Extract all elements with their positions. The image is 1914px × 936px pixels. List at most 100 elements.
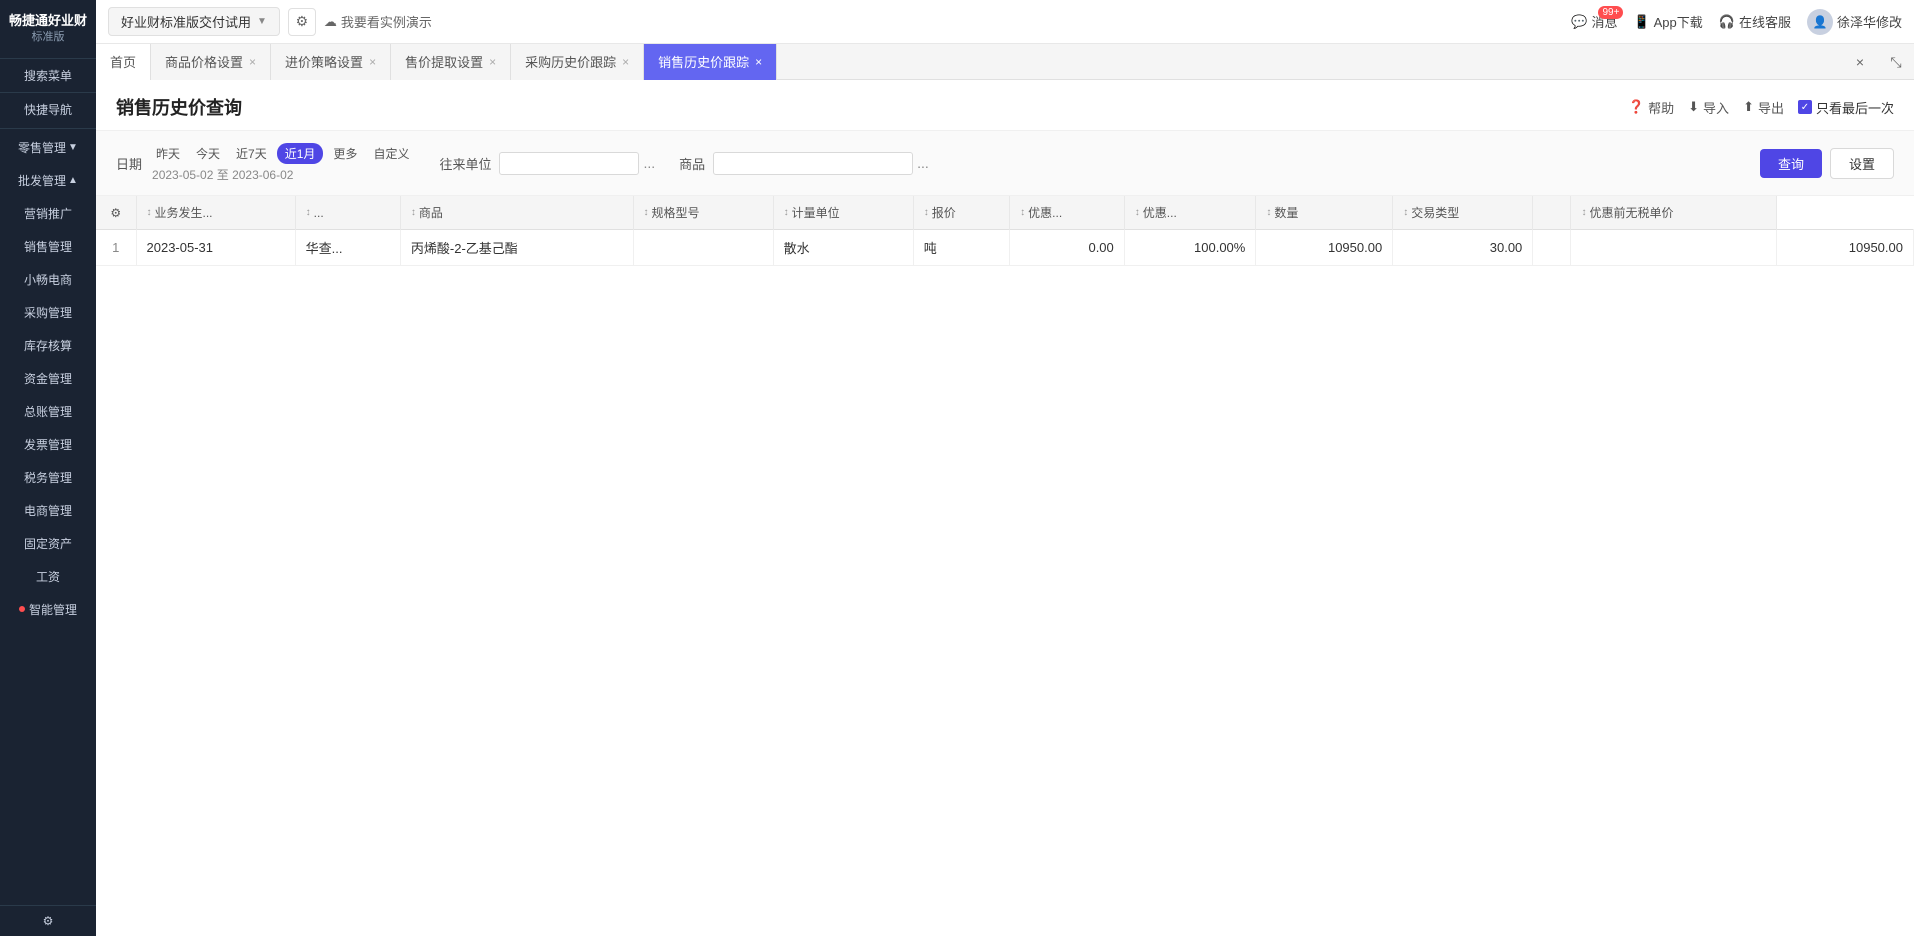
from-unit-filter-group: 往来单位 ... <box>439 152 655 175</box>
cell-goods: 丙烯酸-2-乙基己酯 <box>400 230 633 266</box>
date-btn-1month[interactable]: 近1月 <box>277 143 324 164</box>
cell-index: 1 <box>96 230 136 266</box>
import-icon: ⬇ <box>1688 99 1699 115</box>
sidebar-item-ai[interactable]: 智能管理 <box>0 593 96 626</box>
help-btn[interactable]: ❓ 帮助 <box>1628 98 1674 117</box>
topbar-title-text: 好业财标准版交付试用 <box>121 12 251 31</box>
tab-purchase-history[interactable]: 采购历史价跟踪 × <box>511 44 644 80</box>
last-only-checkbox[interactable]: ✓ <box>1798 100 1812 114</box>
col-unit[interactable]: ↕ 计量单位 <box>773 196 913 230</box>
tab-home[interactable]: 首页 <box>96 44 151 80</box>
online-service-btn[interactable]: 🎧 在线客服 <box>1719 12 1791 31</box>
col-pretax-price[interactable]: ↕ 优惠前无税单价 <box>1571 196 1777 230</box>
sidebar-item-tax[interactable]: 税务管理 <box>0 461 96 494</box>
sidebar-item-salary[interactable]: 工资 <box>0 560 96 593</box>
goods-input[interactable] <box>713 152 913 175</box>
tab-purchase-strategy[interactable]: 进价策略设置 × <box>271 44 391 80</box>
sidebar-item-inventory[interactable]: 库存核算 <box>0 329 96 362</box>
date-btn-yesterday[interactable]: 昨天 <box>150 143 186 164</box>
from-unit-input-wrap: ... <box>499 152 655 175</box>
sidebar-item-sales[interactable]: 销售管理 <box>0 230 96 263</box>
wholesale-arrow: ▲ <box>68 175 78 186</box>
cell-col3: 华查... <box>295 230 400 266</box>
tab-price-settings[interactable]: 商品价格设置 × <box>151 44 271 80</box>
app-download-btn[interactable]: 📱 App下载 <box>1633 12 1702 31</box>
sidebar-item-retail[interactable]: 零售管理 ▼ <box>0 131 96 164</box>
goods-dots[interactable]: ... <box>917 155 929 171</box>
topbar-settings-btn[interactable]: ⚙ <box>288 8 316 36</box>
sidebar-item-marketing[interactable]: 营销推广 <box>0 197 96 230</box>
table-row: 1 2023-05-31 华查... 丙烯酸-2-乙基己酯 散水 吨 0.00 … <box>96 230 1914 266</box>
filter-actions: 查询 设置 <box>1760 148 1894 179</box>
user-btn[interactable]: 👤 徐泽华修改 <box>1807 9 1902 35</box>
app-label: App下载 <box>1654 12 1703 31</box>
date-filter-group: 日期 昨天 今天 近7天 近1月 更多 自定义 2023-05-02 至 202… <box>116 143 415 183</box>
col-quantity[interactable]: ↕ 数量 <box>1256 196 1393 230</box>
cell-discount-pct: 100.00% <box>1124 230 1256 266</box>
user-name: 徐泽华修改 <box>1837 12 1902 31</box>
from-unit-dots[interactable]: ... <box>643 155 655 171</box>
sidebar-divider-1 <box>0 128 96 129</box>
tab-sales-history-close[interactable]: × <box>755 55 762 69</box>
tab-price-extract[interactable]: 售价提取设置 × <box>391 44 511 80</box>
goods-input-wrap: ... <box>713 152 929 175</box>
settings-icon: ⚙ <box>296 13 309 30</box>
export-btn[interactable]: ⬆ 导出 <box>1743 98 1784 117</box>
col-discount-amt[interactable]: ↕ 优惠... <box>1124 196 1256 230</box>
page-title: 销售历史价查询 <box>116 94 242 120</box>
message-icon: 💬 <box>1571 14 1587 30</box>
cell-price-unit: 吨 <box>913 230 1009 266</box>
col-discount-pct[interactable]: ↕ 优惠... <box>1010 196 1125 230</box>
sidebar-item-purchase[interactable]: 采购管理 <box>0 296 96 329</box>
date-btn-custom[interactable]: 自定义 <box>367 143 415 164</box>
sidebar-settings-icon[interactable]: ⚙ <box>0 905 96 936</box>
sidebar-nav[interactable]: 快捷导航 <box>0 93 96 126</box>
ai-dot <box>19 606 25 612</box>
table-header-row: ⚙ ↕ 业务发生... ↕ ... <box>96 196 1914 230</box>
import-btn[interactable]: ⬇ 导入 <box>1688 98 1729 117</box>
from-unit-input[interactable] <box>499 152 639 175</box>
date-filters: 昨天 今天 近7天 近1月 更多 自定义 2023-05-02 至 2023-0… <box>150 143 415 183</box>
tab-price-extract-close[interactable]: × <box>489 55 496 69</box>
cell-discount-amt: 10950.00 <box>1256 230 1393 266</box>
main-content: 好业财标准版交付试用 ▼ ⚙ ☁ 我要看实例演示 💬 消息 99+ 📱 App下… <box>96 0 1914 936</box>
sidebar-item-ledger[interactable]: 总账管理 <box>0 395 96 428</box>
from-unit-label: 往来单位 <box>439 154 491 173</box>
col-quote[interactable]: ↕ 报价 <box>913 196 1009 230</box>
page-header: 销售历史价查询 ❓ 帮助 ⬇ 导入 ⬆ 导出 ✓ 只看最后一次 <box>96 80 1914 131</box>
messages-badge: 99+ <box>1598 6 1623 19</box>
sidebar-item-ecom-small[interactable]: 小畅电商 <box>0 263 96 296</box>
col-date[interactable]: ↕ 业务发生... <box>136 196 295 230</box>
date-btn-today[interactable]: 今天 <box>190 143 226 164</box>
tab-sales-history[interactable]: 销售历史价跟踪 × <box>644 44 777 80</box>
tab-price-settings-close[interactable]: × <box>249 55 256 69</box>
topbar-title[interactable]: 好业财标准版交付试用 ▼ <box>108 7 280 36</box>
user-avatar: 👤 <box>1807 9 1833 35</box>
date-btn-more[interactable]: 更多 <box>327 143 363 164</box>
sidebar-item-ecom[interactable]: 电商管理 <box>0 494 96 527</box>
topbar-demo-btn[interactable]: ☁ 我要看实例演示 <box>324 12 432 31</box>
date-btn-7days[interactable]: 近7天 <box>230 143 273 164</box>
last-only-toggle[interactable]: ✓ 只看最后一次 <box>1798 98 1894 117</box>
settings-btn[interactable]: 设置 <box>1830 148 1894 179</box>
sidebar-item-assets[interactable]: 固定资产 <box>0 527 96 560</box>
tab-purchase-history-close[interactable]: × <box>622 55 629 69</box>
topbar-right: 💬 消息 99+ 📱 App下载 🎧 在线客服 👤 徐泽华修改 <box>1571 9 1902 35</box>
messages-btn[interactable]: 💬 消息 99+ <box>1571 12 1617 31</box>
col-extra[interactable]: ↕ ... <box>295 196 400 230</box>
sidebar-item-invoice[interactable]: 发票管理 <box>0 428 96 461</box>
col-goods[interactable]: ↕ 商品 <box>400 196 633 230</box>
phone-icon: 📱 <box>1633 14 1649 30</box>
tab-purchase-strategy-close[interactable]: × <box>369 55 376 69</box>
sidebar-item-wholesale[interactable]: 批发管理 ▲ <box>0 164 96 197</box>
cell-spec <box>633 230 773 266</box>
sidebar-search[interactable]: 搜索菜单 <box>0 59 96 93</box>
win-maximize-btn[interactable]: ⤡ <box>1878 44 1914 80</box>
win-close-btn[interactable]: × <box>1842 44 1878 80</box>
query-btn[interactable]: 查询 <box>1760 149 1822 178</box>
sidebar-item-finance[interactable]: 资金管理 <box>0 362 96 395</box>
col-settings-icon[interactable]: ⚙ <box>96 196 136 230</box>
cell-trade-type <box>1533 230 1571 266</box>
col-spec[interactable]: ↕ 规格型号 <box>633 196 773 230</box>
col-trade-type[interactable]: ↕ 交易类型 <box>1393 196 1533 230</box>
